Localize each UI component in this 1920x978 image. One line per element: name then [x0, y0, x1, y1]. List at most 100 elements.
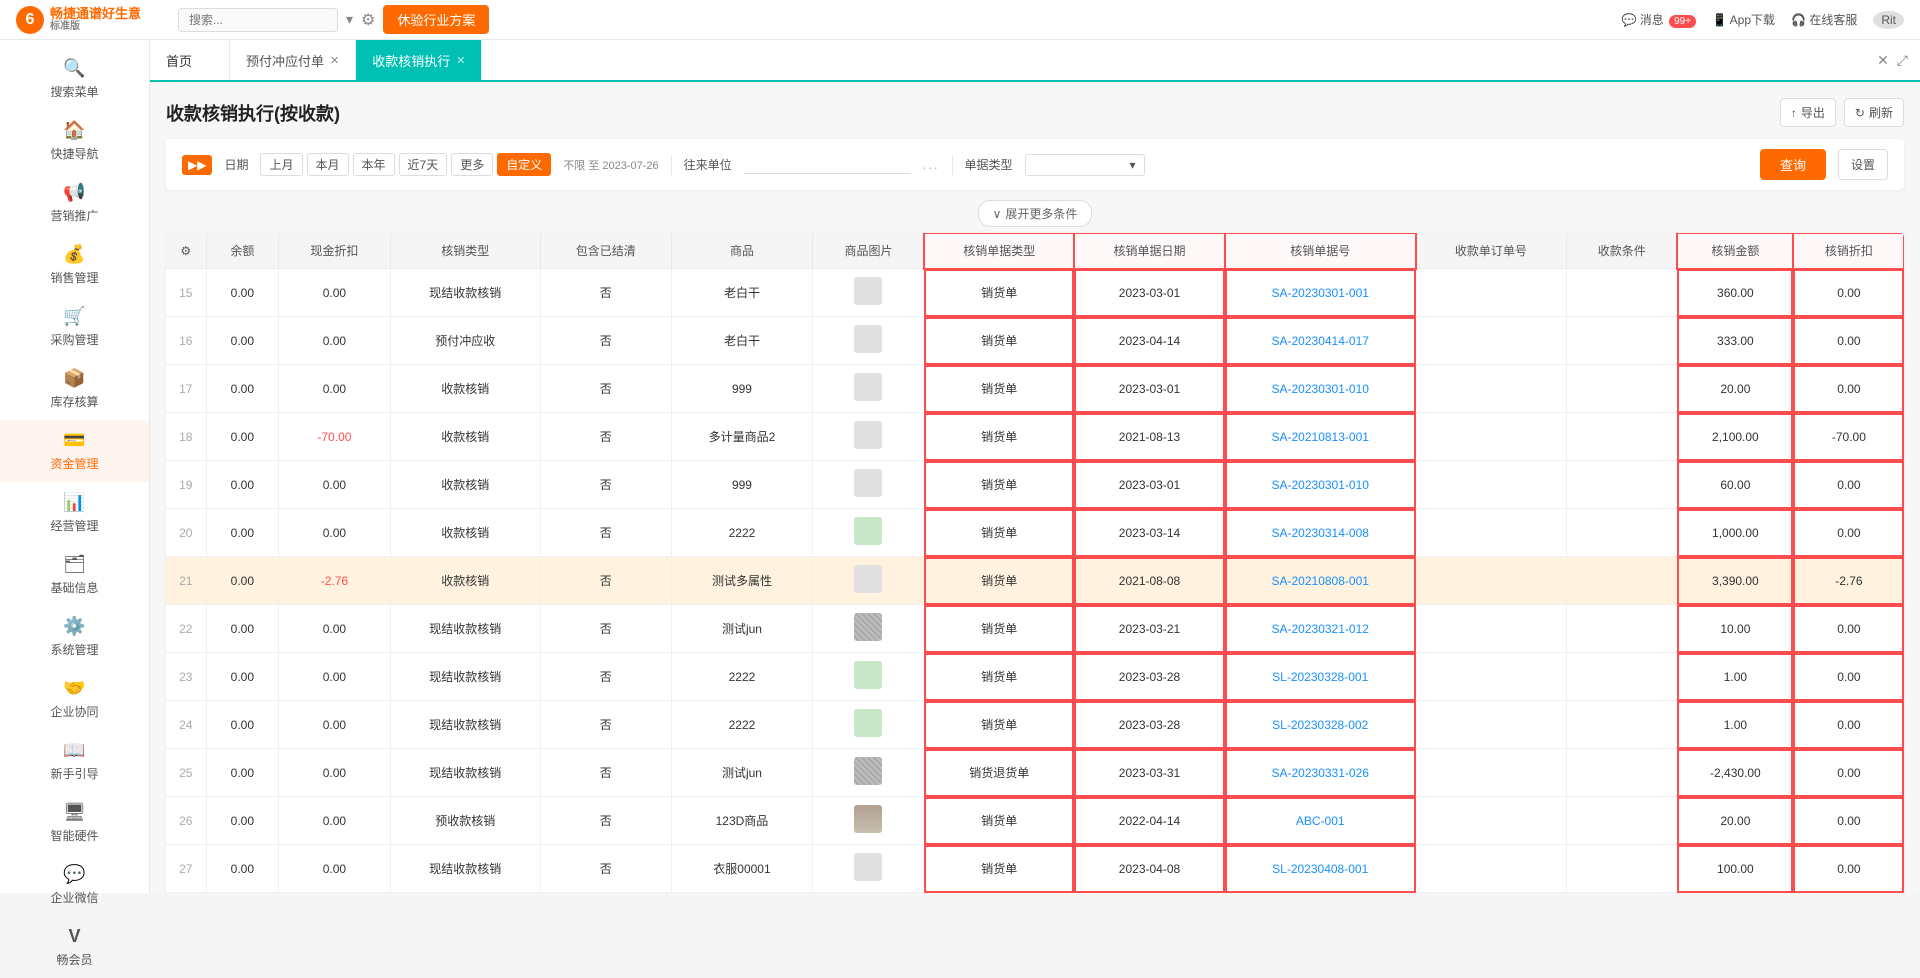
messages-btn[interactable]: 💬 消息 99+ [1621, 11, 1696, 28]
cell-product-img [813, 317, 924, 365]
table-row: 27 [166, 845, 206, 893]
sidebar-item-inventory[interactable]: 📦 库存核算 [0, 358, 149, 420]
window-maximize-icon[interactable]: ⤢ [1897, 52, 1908, 69]
slip-no-link[interactable]: ABC-001 [1296, 814, 1345, 828]
slip-no-link[interactable]: SL-20230328-002 [1272, 718, 1368, 732]
date-7days-btn[interactable]: 近7天 [399, 153, 448, 176]
cell-verify-slip-date: 2023-03-31 [1074, 749, 1224, 797]
slip-no-link[interactable]: SA-20230301-010 [1272, 382, 1369, 396]
tab-receipt-close[interactable]: ✕ [456, 54, 465, 67]
sidebar-item-wechat[interactable]: 💬 企业微信 [0, 854, 149, 916]
member-icon: V [68, 926, 80, 947]
sidebar-item-purchase[interactable]: 🛒 采购管理 [0, 296, 149, 358]
cell-verify-slip-no[interactable]: SA-20230331-026 [1225, 749, 1416, 797]
cell-verify-slip-no[interactable]: SA-20230314-008 [1225, 509, 1416, 557]
industry-btn[interactable]: 休验行业方案 [383, 5, 489, 34]
cell-verify-slip-no[interactable]: SA-20230301-010 [1225, 365, 1416, 413]
cell-verify-slip-no[interactable]: SL-20230328-001 [1225, 653, 1416, 701]
cell-balance: 0.00 [206, 845, 279, 893]
sidebar-item-finance[interactable]: 💳 资金管理 [0, 420, 149, 482]
date-last-month-btn[interactable]: 上月 [260, 153, 302, 176]
setting-btn[interactable]: 设置 [1838, 149, 1888, 180]
refresh-btn[interactable]: ↻ 刷新 [1844, 98, 1904, 127]
sidebar-item-operations[interactable]: 📊 经营管理 [0, 482, 149, 544]
cell-verify-slip-no[interactable]: SA-20210813-001 [1225, 413, 1416, 461]
cell-verify-slip-no[interactable]: SA-20230321-012 [1225, 605, 1416, 653]
slip-no-link[interactable]: SL-20230408-001 [1272, 862, 1368, 876]
sidebar-item-hardware[interactable]: 🖥 智能硬件 [0, 792, 149, 854]
cell-verify-slip-type: 销货单 [924, 557, 1074, 605]
slip-no-link[interactable]: SA-20230414-017 [1272, 334, 1369, 348]
online-service-btn[interactable]: 🎧 在线客服 [1791, 11, 1857, 28]
query-btn[interactable]: 查询 [1760, 149, 1826, 180]
slip-no-link[interactable]: SA-20230301-001 [1272, 286, 1369, 300]
unit-dots: ... [923, 157, 940, 172]
cell-include-settled: 否 [540, 797, 671, 845]
slip-no-link[interactable]: SA-20210813-001 [1272, 430, 1369, 444]
sidebar-item-quick[interactable]: 🏠 快捷导航 [0, 110, 149, 172]
cell-receipt-condition [1566, 653, 1677, 701]
tab-receipt[interactable]: 收款核销执行 ✕ [356, 40, 482, 80]
sidebar-item-enterprise[interactable]: 🤝 企业协同 [0, 668, 149, 730]
cell-verify-type: 现结收款核销 [390, 749, 540, 797]
sidebar-item-base[interactable]: 🗂 基础信息 [0, 544, 149, 606]
cell-verify-discount: 0.00 [1793, 365, 1904, 413]
cell-cash-discount: 0.00 [279, 269, 390, 317]
cell-verify-slip-date: 2023-03-28 [1074, 701, 1224, 749]
expand-conditions-btn[interactable]: ∨ 展开更多条件 [978, 200, 1093, 227]
slip-no-link[interactable]: SL-20230328-001 [1272, 670, 1368, 684]
tab-prepay-close[interactable]: ✕ [330, 54, 339, 67]
user-avatar[interactable]: Rit [1873, 11, 1904, 29]
slip-no-link[interactable]: SA-20230314-008 [1272, 526, 1369, 540]
tab-home[interactable]: 首页 [150, 40, 230, 80]
slip-no-link[interactable]: SA-20230321-012 [1272, 622, 1369, 636]
sidebar-item-system[interactable]: ⚙️ 系统管理 [0, 606, 149, 668]
export-btn[interactable]: ↑ 导出 [1780, 98, 1836, 127]
cell-verify-type: 收款核销 [390, 509, 540, 557]
slip-no-link[interactable]: SA-20230301-010 [1272, 478, 1369, 492]
cell-verify-discount: 0.00 [1793, 845, 1904, 893]
type-select-arrow: ▾ [1129, 158, 1135, 172]
data-table-container: ⚙ 余额 现金折扣 核销类型 包含已结清 商品 商品图片 核销单据类型 核销单据… [166, 233, 1904, 893]
top-search-input[interactable] [178, 8, 338, 32]
sidebar-item-search[interactable]: 🔍 搜索菜单 [0, 48, 149, 110]
app-download-btn[interactable]: 📱 App下载 [1712, 11, 1775, 28]
dropdown-icon[interactable]: ▾ [346, 11, 353, 28]
sidebar-item-marketing[interactable]: 📢 营销推广 [0, 172, 149, 234]
top-bar: 6 畅捷通谱好生意 标准版 ▾ ⚙ 休验行业方案 💬 消息 99+ 📱 App下… [0, 0, 1920, 40]
cell-verify-slip-date: 2023-03-01 [1074, 269, 1224, 317]
cell-verify-slip-type: 销货单 [924, 413, 1074, 461]
cell-verify-discount: 0.00 [1793, 701, 1904, 749]
cell-include-settled: 否 [540, 317, 671, 365]
slip-no-link[interactable]: SA-20230331-026 [1272, 766, 1369, 780]
table-row: 23 [166, 653, 206, 701]
sidebar-label-operations: 经营管理 [50, 517, 98, 534]
sidebar-label-guide: 新手引导 [50, 765, 98, 782]
unit-input[interactable] [744, 155, 911, 174]
sidebar-item-member[interactable]: V 畅会员 [0, 916, 149, 978]
cell-verify-slip-no[interactable]: SA-20210808-001 [1225, 557, 1416, 605]
cell-verify-amount: 3,390.00 [1677, 557, 1793, 605]
sidebar-item-guide[interactable]: 📖 新手引导 [0, 730, 149, 792]
col-settings-header[interactable]: ⚙ [166, 233, 206, 269]
settings-gear-icon[interactable]: ⚙ [361, 10, 375, 30]
cell-verify-slip-no[interactable]: SA-20230414-017 [1225, 317, 1416, 365]
cell-verify-type: 现结收款核销 [390, 269, 540, 317]
cell-receipt-condition [1566, 365, 1677, 413]
tab-prepay[interactable]: 预付冲应付单 ✕ [230, 40, 356, 80]
type-select[interactable]: ▾ [1025, 154, 1145, 176]
cell-product: 测试多属性 [671, 557, 813, 605]
date-this-month-btn[interactable]: 本月 [307, 153, 349, 176]
date-more-btn[interactable]: 更多 [451, 153, 493, 176]
window-minimize-icon[interactable]: ✕ [1877, 52, 1889, 69]
cell-verify-slip-no[interactable]: SA-20230301-001 [1225, 269, 1416, 317]
cell-verify-slip-no[interactable]: SL-20230328-002 [1225, 701, 1416, 749]
slip-no-link[interactable]: SA-20210808-001 [1272, 574, 1369, 588]
date-custom-btn[interactable]: 自定义 [497, 153, 551, 176]
cell-verify-slip-no[interactable]: ABC-001 [1225, 797, 1416, 845]
cell-verify-slip-no[interactable]: SL-20230408-001 [1225, 845, 1416, 893]
filter-toggle-btn[interactable]: ▶▶ [182, 155, 212, 175]
cell-verify-slip-no[interactable]: SA-20230301-010 [1225, 461, 1416, 509]
sidebar-item-sales[interactable]: 💰 销售管理 [0, 234, 149, 296]
date-this-year-btn[interactable]: 本年 [353, 153, 395, 176]
